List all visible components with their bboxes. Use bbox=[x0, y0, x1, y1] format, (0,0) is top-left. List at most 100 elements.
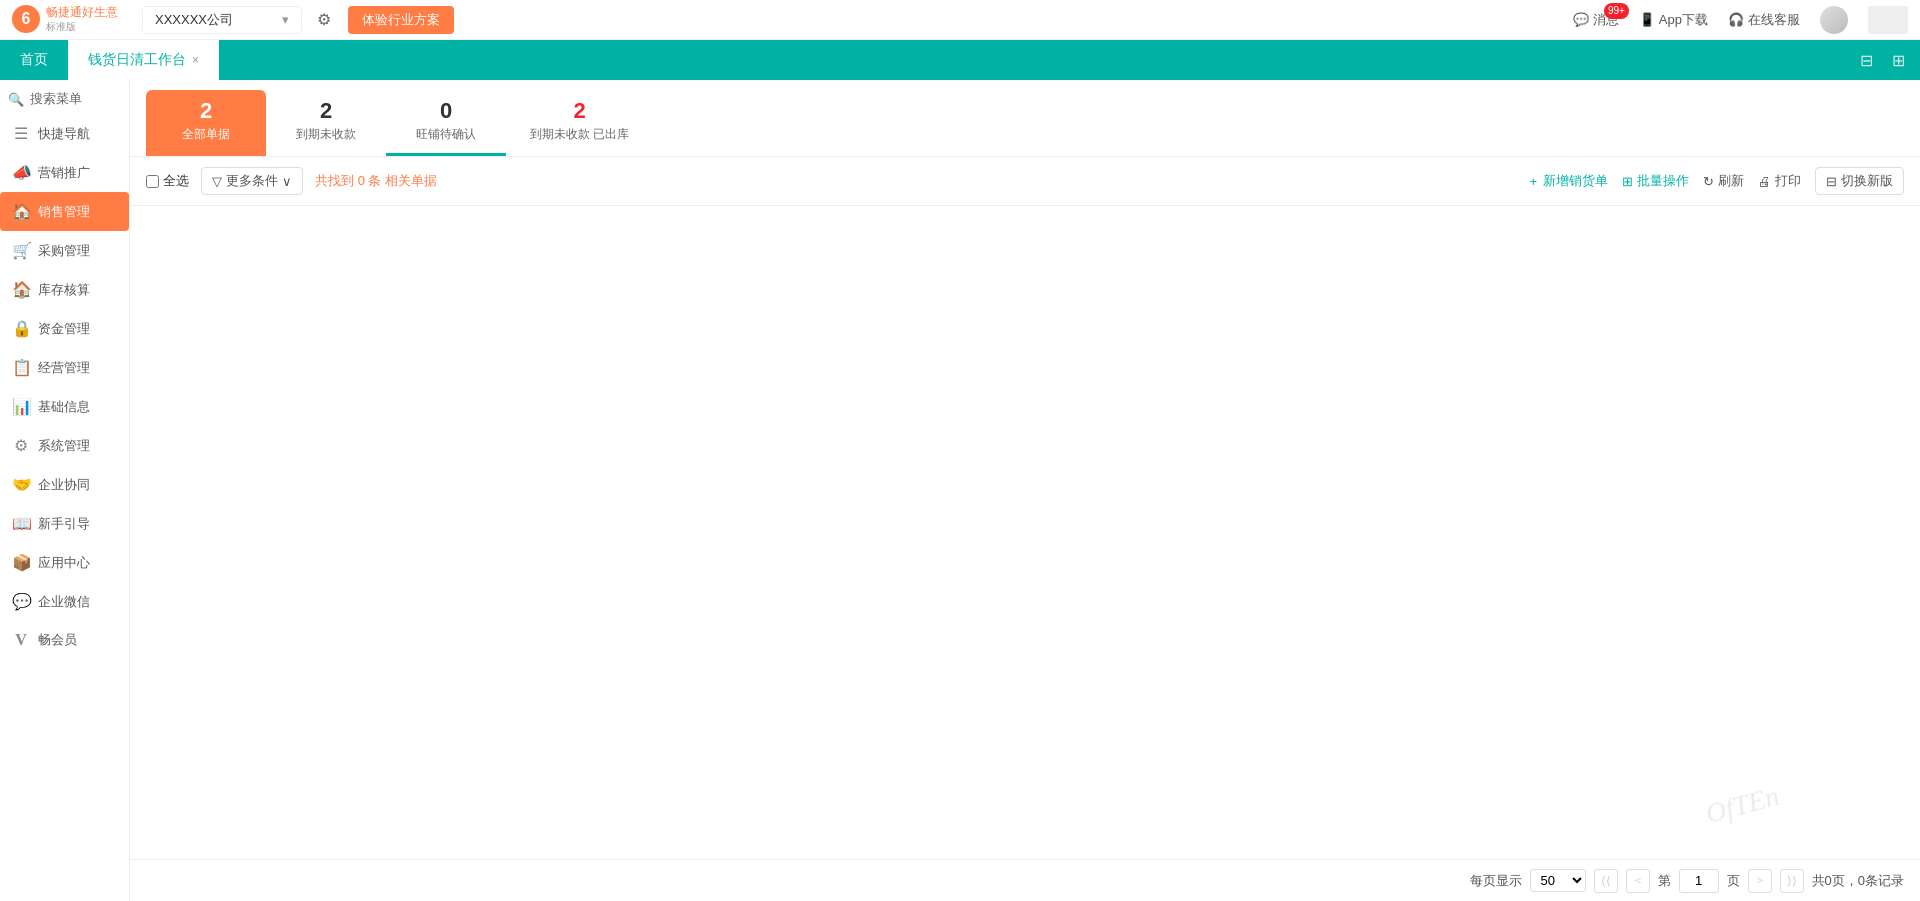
sidebar-label-marketing: 营销推广 bbox=[38, 164, 90, 182]
enterprise-icon: 🤝 bbox=[12, 475, 30, 494]
switch-new-version-button[interactable]: ⊟ 切换新版 bbox=[1815, 167, 1904, 195]
stats-tab-all[interactable]: 2 全部单据 bbox=[146, 90, 266, 156]
member-icon: V bbox=[12, 631, 30, 649]
stats-num-all: 2 bbox=[200, 98, 212, 124]
sidebar-search[interactable]: 🔍 搜索菜单 bbox=[0, 80, 129, 114]
stats-num-overdue: 2 bbox=[320, 98, 332, 124]
logo-sub: 标准版 bbox=[46, 20, 118, 34]
sidebar-label-app-center: 应用中心 bbox=[38, 554, 90, 572]
nav-tabs: 首页 钱货日清工作台 × ⊟ ⊞ bbox=[0, 40, 1920, 80]
online-service-label: 在线客服 bbox=[1748, 11, 1800, 29]
logo-area: 6 畅捷通好生意 标准版 bbox=[12, 5, 142, 33]
sidebar-label-sales: 销售管理 bbox=[38, 203, 90, 221]
logo-name: 畅捷通好生意 bbox=[46, 5, 118, 19]
nav-maximize-button[interactable]: ⊞ bbox=[1884, 46, 1912, 74]
batch-label: 批量操作 bbox=[1637, 172, 1689, 190]
sidebar-item-operations[interactable]: 📋 经营管理 bbox=[0, 348, 129, 387]
stats-tab-pending[interactable]: 0 旺铺待确认 bbox=[386, 90, 506, 156]
found-prefix: 共找到 bbox=[315, 173, 354, 188]
nav-right-buttons: ⊟ ⊞ bbox=[1852, 46, 1920, 74]
chevron-filter-icon: ∨ bbox=[282, 174, 292, 189]
search-icon: 🔍 bbox=[8, 92, 24, 107]
next-page-button[interactable]: ＞ bbox=[1748, 869, 1772, 893]
sidebar-label-system: 系统管理 bbox=[38, 437, 90, 455]
found-count: 共找到 0 条 相关单据 bbox=[315, 172, 437, 190]
main-layout: 🔍 搜索菜单 ☰ 快捷导航 📣 营销推广 🏠 销售管理 🛒 采购管理 🏠 库存核… bbox=[0, 80, 1920, 901]
page-size-select[interactable]: 50 10 20 100 bbox=[1530, 869, 1586, 892]
wechat-icon: 💬 bbox=[12, 592, 30, 611]
marketing-icon: 📣 bbox=[12, 163, 30, 182]
sidebar-label-operations: 经营管理 bbox=[38, 359, 90, 377]
avatar[interactable] bbox=[1820, 6, 1848, 34]
avatar-placeholder bbox=[1820, 6, 1848, 34]
app-center-icon: 📦 bbox=[12, 553, 30, 572]
sidebar-item-inventory[interactable]: 🏠 库存核算 bbox=[0, 270, 129, 309]
sidebar-item-member[interactable]: V 畅会员 bbox=[0, 621, 129, 659]
filter-label: 更多条件 bbox=[226, 172, 278, 190]
select-all-label: 全选 bbox=[163, 172, 189, 190]
print-button[interactable]: 🖨 打印 bbox=[1758, 172, 1801, 190]
sidebar: 🔍 搜索菜单 ☰ 快捷导航 📣 营销推广 🏠 销售管理 🛒 采购管理 🏠 库存核… bbox=[0, 80, 130, 901]
add-btn-label: 新增销货单 bbox=[1543, 172, 1608, 190]
found-unit: 条 bbox=[368, 173, 381, 188]
found-number: 0 bbox=[358, 173, 365, 188]
filter-button[interactable]: ▽ 更多条件 ∨ bbox=[201, 167, 303, 195]
tab-home[interactable]: 首页 bbox=[0, 40, 68, 80]
trial-button[interactable]: 体验行业方案 bbox=[348, 6, 454, 34]
sidebar-label-base-info: 基础信息 bbox=[38, 398, 90, 416]
sidebar-item-sales[interactable]: 🏠 销售管理 bbox=[0, 192, 129, 231]
service-icon: 🎧 bbox=[1728, 12, 1744, 27]
sidebar-item-wechat[interactable]: 💬 企业微信 bbox=[0, 582, 129, 621]
stats-tabs: 2 全部单据 2 到期未收款 0 旺铺待确认 2 到期未收款 已出库 bbox=[130, 80, 1920, 157]
refresh-icon: ↻ bbox=[1703, 174, 1714, 189]
stats-tab-shipped[interactable]: 2 到期未收款 已出库 bbox=[506, 90, 653, 156]
sidebar-item-app-center[interactable]: 📦 应用中心 bbox=[0, 543, 129, 582]
checkbox-input[interactable] bbox=[146, 175, 159, 188]
purchase-icon: 🛒 bbox=[12, 241, 30, 260]
last-page-button[interactable]: ⟩⟩ bbox=[1780, 869, 1804, 893]
add-icon: + bbox=[1529, 174, 1537, 189]
app-download-button[interactable]: 📱 App下载 bbox=[1639, 11, 1708, 29]
company-selector[interactable]: XXXXXX公司 ▾ bbox=[142, 6, 302, 34]
first-page-button[interactable]: ⟨⟨ bbox=[1594, 869, 1618, 893]
finance-icon: 🔒 bbox=[12, 319, 30, 338]
stats-tab-overdue[interactable]: 2 到期未收款 bbox=[266, 90, 386, 156]
stats-label-all: 全部单据 bbox=[182, 126, 230, 143]
batch-operation-button[interactable]: ⊞ 批量操作 bbox=[1622, 172, 1689, 190]
select-all-checkbox[interactable]: 全选 bbox=[146, 172, 189, 190]
page-input[interactable] bbox=[1679, 869, 1719, 893]
tab-qhrc[interactable]: 钱货日清工作台 × bbox=[68, 40, 219, 80]
refresh-button[interactable]: ↻ 刷新 bbox=[1703, 172, 1744, 190]
sidebar-label-guide: 新手引导 bbox=[38, 515, 90, 533]
sidebar-item-quick-nav[interactable]: ☰ 快捷导航 bbox=[0, 114, 129, 153]
app-icon: 📱 bbox=[1639, 12, 1655, 27]
sidebar-item-purchase[interactable]: 🛒 采购管理 bbox=[0, 231, 129, 270]
menu-icon: ☰ bbox=[12, 124, 30, 143]
online-service-button[interactable]: 🎧 在线客服 bbox=[1728, 11, 1800, 29]
messages-button[interactable]: 💬 消息 99+ bbox=[1573, 11, 1619, 29]
add-sales-button[interactable]: + 新增销货单 bbox=[1529, 172, 1608, 190]
logo-icon: 6 bbox=[12, 5, 40, 33]
sidebar-item-system[interactable]: ⚙ 系统管理 bbox=[0, 426, 129, 465]
stats-label-overdue: 到期未收款 bbox=[296, 126, 356, 143]
nav-minimize-button[interactable]: ⊟ bbox=[1852, 46, 1880, 74]
prev-page-button[interactable]: ＜ bbox=[1626, 869, 1650, 893]
base-info-icon: 📊 bbox=[12, 397, 30, 416]
tab-qhrc-label: 钱货日清工作台 bbox=[88, 51, 186, 69]
sidebar-label-finance: 资金管理 bbox=[38, 320, 90, 338]
tab-home-label: 首页 bbox=[20, 51, 48, 69]
sidebar-item-enterprise[interactable]: 🤝 企业协同 bbox=[0, 465, 129, 504]
page-suffix: 页 bbox=[1727, 872, 1740, 890]
messages-badge: 99+ bbox=[1604, 3, 1629, 19]
tab-close-icon[interactable]: × bbox=[192, 53, 199, 67]
switch-icon: ⊟ bbox=[1826, 174, 1837, 189]
top-header: 6 畅捷通好生意 标准版 XXXXXX公司 ▾ ⚙ 体验行业方案 💬 消息 99… bbox=[0, 0, 1920, 40]
system-icon: ⚙ bbox=[12, 436, 30, 455]
sidebar-item-marketing[interactable]: 📣 营销推广 bbox=[0, 153, 129, 192]
found-related: 相关单据 bbox=[385, 173, 437, 188]
sidebar-item-guide[interactable]: 📖 新手引导 bbox=[0, 504, 129, 543]
sidebar-item-base-info[interactable]: 📊 基础信息 bbox=[0, 387, 129, 426]
settings-button[interactable]: ⚙ bbox=[310, 6, 338, 34]
sidebar-item-finance[interactable]: 🔒 资金管理 bbox=[0, 309, 129, 348]
page-label: 第 bbox=[1658, 872, 1671, 890]
